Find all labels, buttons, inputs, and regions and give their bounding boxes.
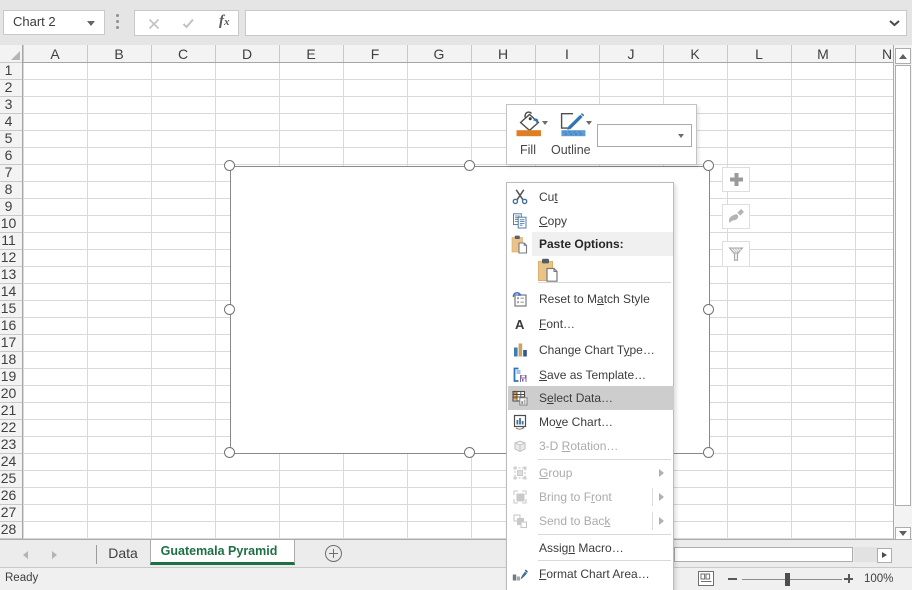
svg-text:A: A: [515, 317, 525, 332]
